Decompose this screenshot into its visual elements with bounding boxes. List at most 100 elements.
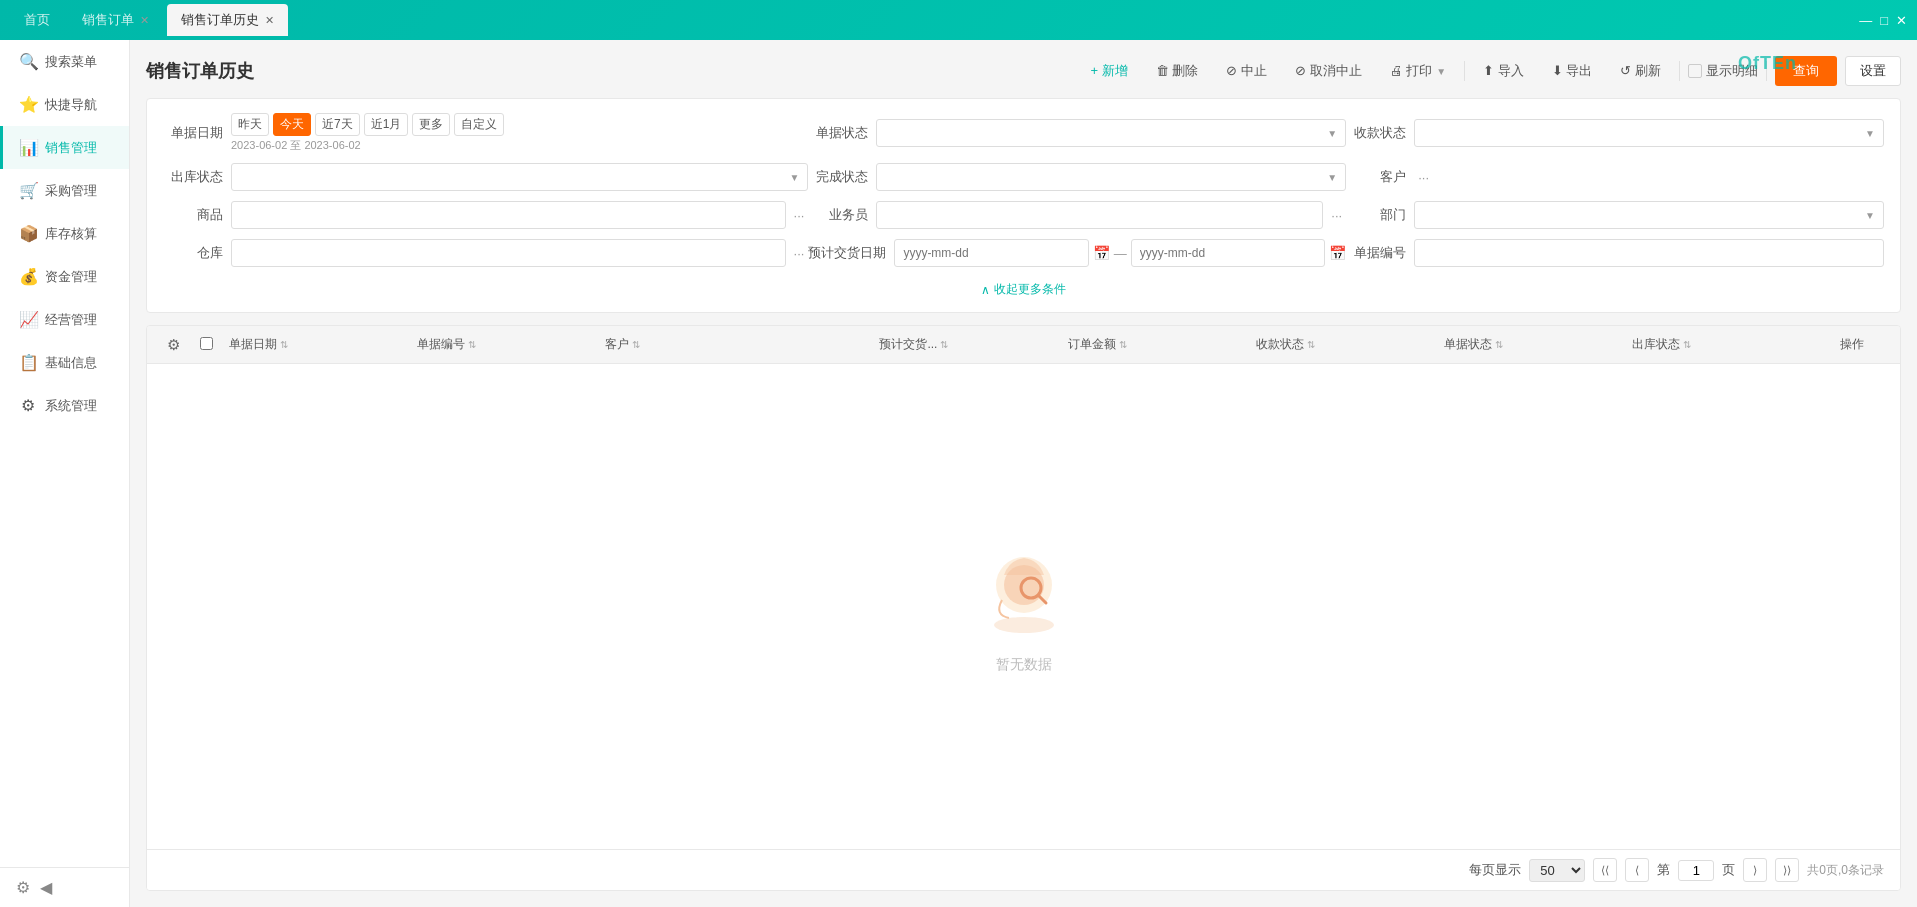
payment-status-label: 收款状态 xyxy=(1346,124,1406,142)
delete-button[interactable]: 🗑 删除 xyxy=(1146,57,1209,85)
sort-customer-icon[interactable]: ⇅ xyxy=(632,339,640,350)
refresh-button[interactable]: ↺ 刷新 xyxy=(1610,57,1671,85)
delivery-status-select[interactable]: ▼ xyxy=(231,163,808,191)
sidebar-label-operations: 经营管理 xyxy=(45,311,97,329)
page-size-select[interactable]: 50 10 20 100 xyxy=(1529,859,1585,882)
sidebar-item-finance[interactable]: 💰 资金管理 xyxy=(0,255,129,298)
toolbar-divider-2 xyxy=(1679,61,1680,81)
sort-order-amount-icon[interactable]: ⇅ xyxy=(1119,339,1127,350)
btn-1month[interactable]: 近1月 xyxy=(364,113,409,136)
search-icon: 🔍 xyxy=(19,52,37,71)
sidebar-item-purchase[interactable]: 🛒 采购管理 xyxy=(0,169,129,212)
sidebar: 🔍 搜索菜单 ⭐ 快捷导航 📊 销售管理 🛒 采购管理 📦 库存核算 💰 资金管… xyxy=(0,40,130,907)
sort-expected-delivery-icon[interactable]: ⇅ xyxy=(940,339,948,350)
delivery-status-label: 出库状态 xyxy=(163,168,223,186)
sidebar-item-base-info[interactable]: 📋 基础信息 xyxy=(0,341,129,384)
department-select[interactable]: ▼ xyxy=(1414,201,1884,229)
new-button[interactable]: + 新增 xyxy=(1081,57,1138,85)
filter-expected-date: 预计交货日期 📅 — 📅 xyxy=(808,239,1346,267)
order-status-select[interactable]: ▼ xyxy=(876,119,1346,147)
sidebar-item-sales[interactable]: 📊 销售管理 xyxy=(0,126,129,169)
warehouse-ellipsis-btn[interactable]: ··· xyxy=(790,246,809,261)
tab-home[interactable]: 首页 xyxy=(10,4,64,36)
close-sales-order-tab-icon[interactable]: ✕ xyxy=(140,14,149,27)
collapse-btn[interactable]: ∧ 收起更多条件 xyxy=(163,277,1884,298)
total-records: 共0页,0条记录 xyxy=(1807,862,1884,879)
customer-ellipsis-btn[interactable]: ··· xyxy=(1414,170,1433,185)
product-input[interactable] xyxy=(231,201,786,229)
sidebar-collapse-icon[interactable]: ◀ xyxy=(40,878,52,897)
customer-control: ··· xyxy=(1414,170,1884,185)
th-settings-icon[interactable]: ⚙ xyxy=(155,336,191,354)
order-number-input[interactable] xyxy=(1414,239,1884,267)
payment-status-select[interactable]: ▼ xyxy=(1414,119,1884,147)
page-number-input[interactable] xyxy=(1678,860,1714,881)
collapse-up-icon: ∧ xyxy=(981,283,990,297)
btn-more[interactable]: 更多 xyxy=(412,113,450,136)
sort-order-status-icon[interactable]: ⇅ xyxy=(1495,339,1503,350)
query-button[interactable]: 查询 xyxy=(1775,56,1837,86)
sort-delivery-status-icon[interactable]: ⇅ xyxy=(1683,339,1691,350)
calendar-start-icon[interactable]: 📅 xyxy=(1093,245,1110,261)
import-button[interactable]: ⬆ 导入 xyxy=(1473,57,1534,85)
print-button[interactable]: 🖨 打印 ▼ xyxy=(1380,57,1457,85)
export-button-label: ⬇ 导出 xyxy=(1552,62,1593,80)
expected-date-end[interactable] xyxy=(1131,239,1325,267)
btn-yesterday[interactable]: 昨天 xyxy=(231,113,269,136)
btn-7days[interactable]: 近7天 xyxy=(315,113,360,136)
btn-today[interactable]: 今天 xyxy=(273,113,311,136)
sidebar-item-inventory[interactable]: 📦 库存核算 xyxy=(0,212,129,255)
filter-date: 单据日期 昨天 今天 近7天 近1月 更多 自定义 2023-06-02 xyxy=(163,113,808,153)
filter-panel: 单据日期 昨天 今天 近7天 近1月 更多 自定义 2023-06-02 xyxy=(146,98,1901,313)
sidebar-item-search[interactable]: 🔍 搜索菜单 xyxy=(0,40,129,83)
page-prev-btn[interactable]: ⟨ xyxy=(1625,858,1649,882)
salesperson-ellipsis-btn[interactable]: ··· xyxy=(1327,208,1346,223)
tab-sales-order-history[interactable]: 销售订单历史 ✕ xyxy=(167,4,288,36)
stop-button[interactable]: ⊘ 中止 xyxy=(1216,57,1277,85)
sidebar-item-operations[interactable]: 📈 经营管理 xyxy=(0,298,129,341)
sidebar-item-system[interactable]: ⚙ 系统管理 xyxy=(0,384,129,427)
cancel-stop-button[interactable]: ⊘ 取消中止 xyxy=(1285,57,1372,85)
payment-status-arrow-icon: ▼ xyxy=(1865,128,1875,139)
btn-custom[interactable]: 自定义 xyxy=(454,113,504,136)
warehouse-input[interactable] xyxy=(231,239,786,267)
svg-point-0 xyxy=(994,617,1054,633)
salesperson-input[interactable] xyxy=(876,201,1323,229)
sort-order-date-icon[interactable]: ⇅ xyxy=(280,339,288,350)
page-first-btn[interactable]: ⟨⟨ xyxy=(1593,858,1617,882)
product-ellipsis-btn[interactable]: ··· xyxy=(790,208,809,223)
department-label: 部门 xyxy=(1346,206,1406,224)
print-button-label: 🖨 打印 xyxy=(1390,62,1433,80)
sort-payment-status-icon[interactable]: ⇅ xyxy=(1307,339,1315,350)
calendar-end-icon[interactable]: 📅 xyxy=(1329,245,1346,261)
show-detail-toggle[interactable]: 显示明细 xyxy=(1688,62,1758,80)
filter-salesperson: 业务员 ··· xyxy=(808,201,1346,229)
expected-date-start[interactable] xyxy=(894,239,1088,267)
select-all-checkbox[interactable] xyxy=(200,337,213,350)
show-detail-checkbox[interactable] xyxy=(1688,64,1702,78)
expected-date-group: 📅 — 📅 xyxy=(894,239,1346,267)
sidebar-settings-icon[interactable]: ⚙ xyxy=(16,878,30,897)
tab-sales-order[interactable]: 销售订单 ✕ xyxy=(68,4,163,36)
sort-order-number-icon[interactable]: ⇅ xyxy=(468,339,476,350)
sidebar-label-system: 系统管理 xyxy=(45,397,97,415)
page-last-btn[interactable]: ⟩⟩ xyxy=(1775,858,1799,882)
date-group: 昨天 今天 近7天 近1月 更多 自定义 2023-06-02 至 2023-0… xyxy=(231,113,504,153)
th-checkbox[interactable] xyxy=(191,337,221,353)
export-button[interactable]: ⬇ 导出 xyxy=(1542,57,1603,85)
print-dropdown-icon[interactable]: ▼ xyxy=(1436,66,1446,77)
close-history-tab-icon[interactable]: ✕ xyxy=(265,14,274,27)
tab-sales-order-label: 销售订单 xyxy=(82,11,134,29)
window-close-icon[interactable]: ✕ xyxy=(1896,13,1907,28)
window-minimize-icon[interactable]: — xyxy=(1859,13,1872,28)
product-label: 商品 xyxy=(163,206,223,224)
page-next-btn[interactable]: ⟩ xyxy=(1743,858,1767,882)
sales-icon: 📊 xyxy=(19,138,37,157)
date-range-text: 2023-06-02 至 2023-06-02 xyxy=(231,138,504,153)
window-maximize-icon[interactable]: □ xyxy=(1880,13,1888,28)
th-order-number-label: 单据编号 xyxy=(417,336,465,353)
sidebar-item-quick-nav[interactable]: ⭐ 快捷导航 xyxy=(0,83,129,126)
complete-status-select[interactable]: ▼ xyxy=(876,163,1346,191)
settings-button[interactable]: 设置 xyxy=(1845,56,1901,86)
filter-product: 商品 ··· xyxy=(163,201,808,229)
